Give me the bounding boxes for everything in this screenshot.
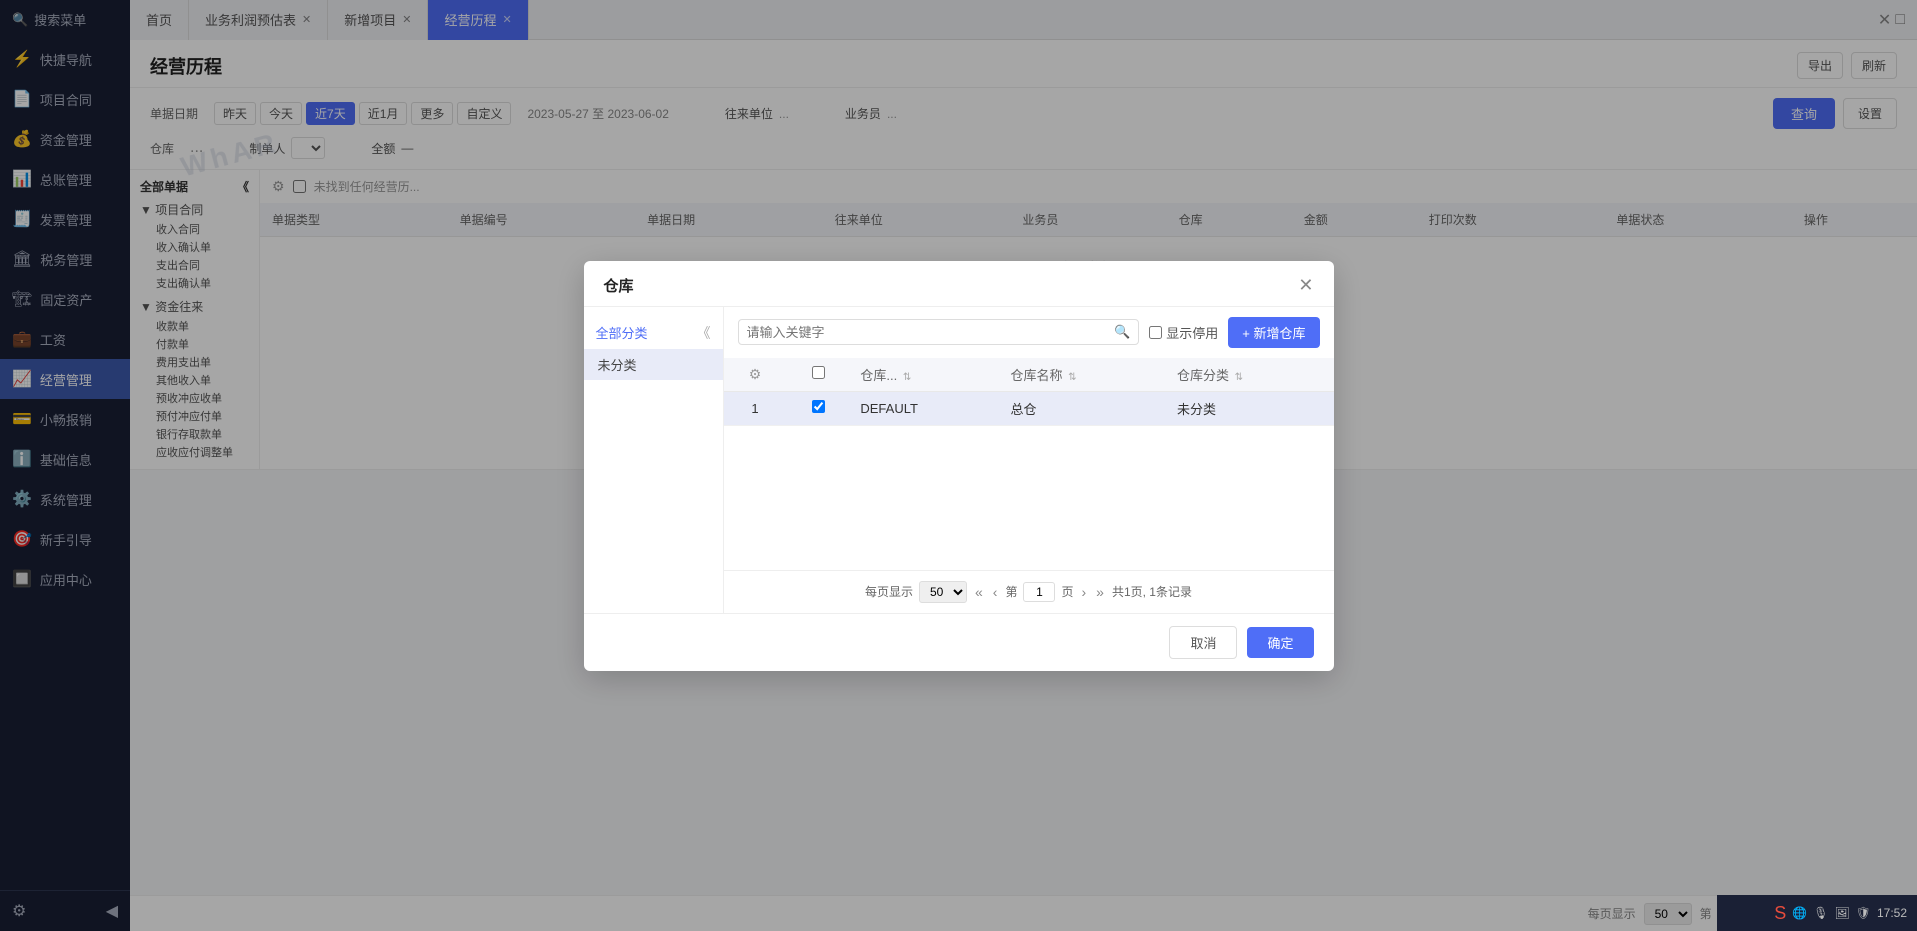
modal-col-name-label: 仓库名称 [1010, 368, 1062, 383]
modal-left-toggle[interactable]: 《 [697, 323, 711, 343]
modal-first-btn[interactable]: « [973, 584, 985, 600]
modal-row-select[interactable] [812, 400, 825, 413]
systray-icon2: 🎙 [1813, 906, 1828, 920]
modal-cancel-button[interactable]: 取消 [1169, 626, 1237, 659]
modal-select-all[interactable] [812, 366, 825, 379]
sort-category-icon: ⇅ [1235, 372, 1243, 383]
modal-page-label: 第 [1005, 583, 1017, 600]
modal-table-wrap: ⚙ 仓库... ⇅ 仓库名称 ⇅ [724, 358, 1334, 570]
modal-table: ⚙ 仓库... ⇅ 仓库名称 ⇅ [724, 358, 1334, 426]
modal-col-settings: ⚙ [724, 358, 787, 392]
modal-table-row[interactable]: 1 DEFAULT 总仓 未分类 [724, 391, 1334, 425]
systray-icon4: 🛡 [1856, 906, 1871, 920]
warehouse-modal: 仓库 ✕ 全部分类 《 未分类 🔍 [584, 261, 1334, 671]
modal-row-id: DEFAULT [850, 391, 1000, 425]
modal-show-disabled: 显示停用 [1149, 323, 1218, 342]
modal-overlay: 仓库 ✕ 全部分类 《 未分类 🔍 [0, 0, 1917, 931]
modal-col-gear-icon[interactable]: ⚙ [749, 366, 762, 382]
show-disabled-label: 显示停用 [1166, 323, 1218, 342]
modal-col-id: 仓库... ⇅ [850, 358, 1000, 392]
modal-per-page-label: 每页显示 [865, 583, 913, 600]
sort-name-icon: ⇅ [1068, 372, 1076, 383]
modal-col-category-label: 仓库分类 [1177, 368, 1229, 383]
modal-all-categories[interactable]: 全部分类 《 [584, 317, 723, 349]
modal-row-num: 1 [724, 391, 787, 425]
modal-paging: 每页显示 50 « ‹ 第 页 › » 共1页, 1条记录 [724, 570, 1334, 613]
modal-total-label: 共1页, 1条记录 [1112, 583, 1192, 600]
modal-page-input[interactable] [1023, 582, 1055, 602]
modal-confirm-button[interactable]: 确定 [1247, 627, 1313, 658]
modal-search-icon: 🔍 [1114, 324, 1130, 340]
systray: S 🌐 🎙 🖼 🛡 17:52 [1717, 895, 1917, 931]
modal-per-page-select[interactable]: 50 [919, 581, 967, 603]
systray-icon3: 🖼 [1835, 906, 1850, 920]
modal-next-btn[interactable]: › [1080, 584, 1089, 600]
systray-logo: S [1774, 903, 1786, 924]
modal-col-name: 仓库名称 ⇅ [1000, 358, 1167, 392]
modal-col-category: 仓库分类 ⇅ [1167, 358, 1334, 392]
systray-icon1: 🌐 [1792, 906, 1807, 920]
modal-row-name: 总仓 [1000, 391, 1167, 425]
modal-prev-btn[interactable]: ‹ [991, 584, 1000, 600]
modal-close-button[interactable]: ✕ [1298, 275, 1313, 296]
modal-row-checkbox [787, 391, 851, 425]
all-categories-label: 全部分类 [596, 323, 648, 342]
modal-search-wrap: 🔍 [738, 319, 1140, 345]
modal-actions: 取消 确定 [584, 613, 1334, 671]
modal-body: 全部分类 《 未分类 🔍 显示停用 [584, 307, 1334, 613]
modal-right-panel: 🔍 显示停用 + 新增仓库 ⚙ [724, 307, 1334, 613]
modal-title: 仓库 [604, 275, 634, 296]
modal-right-toolbar: 🔍 显示停用 + 新增仓库 [724, 307, 1334, 358]
uncategorized-label: 未分类 [598, 358, 637, 373]
modal-col-checkbox [787, 358, 851, 392]
modal-row-category: 未分类 [1167, 391, 1334, 425]
modal-add-button[interactable]: + 新增仓库 [1228, 317, 1319, 348]
sort-id-icon: ⇅ [903, 372, 911, 383]
modal-last-btn[interactable]: » [1094, 584, 1106, 600]
modal-category-uncategorized[interactable]: 未分类 [584, 349, 723, 380]
modal-search-input[interactable] [747, 325, 1109, 340]
modal-header: 仓库 ✕ [584, 261, 1334, 307]
modal-col-id-label: 仓库... [860, 368, 897, 383]
systray-time: 17:52 [1877, 906, 1907, 920]
show-disabled-checkbox[interactable] [1149, 326, 1162, 339]
modal-page-suffix: 页 [1061, 583, 1073, 600]
modal-left-panel: 全部分类 《 未分类 [584, 307, 724, 613]
